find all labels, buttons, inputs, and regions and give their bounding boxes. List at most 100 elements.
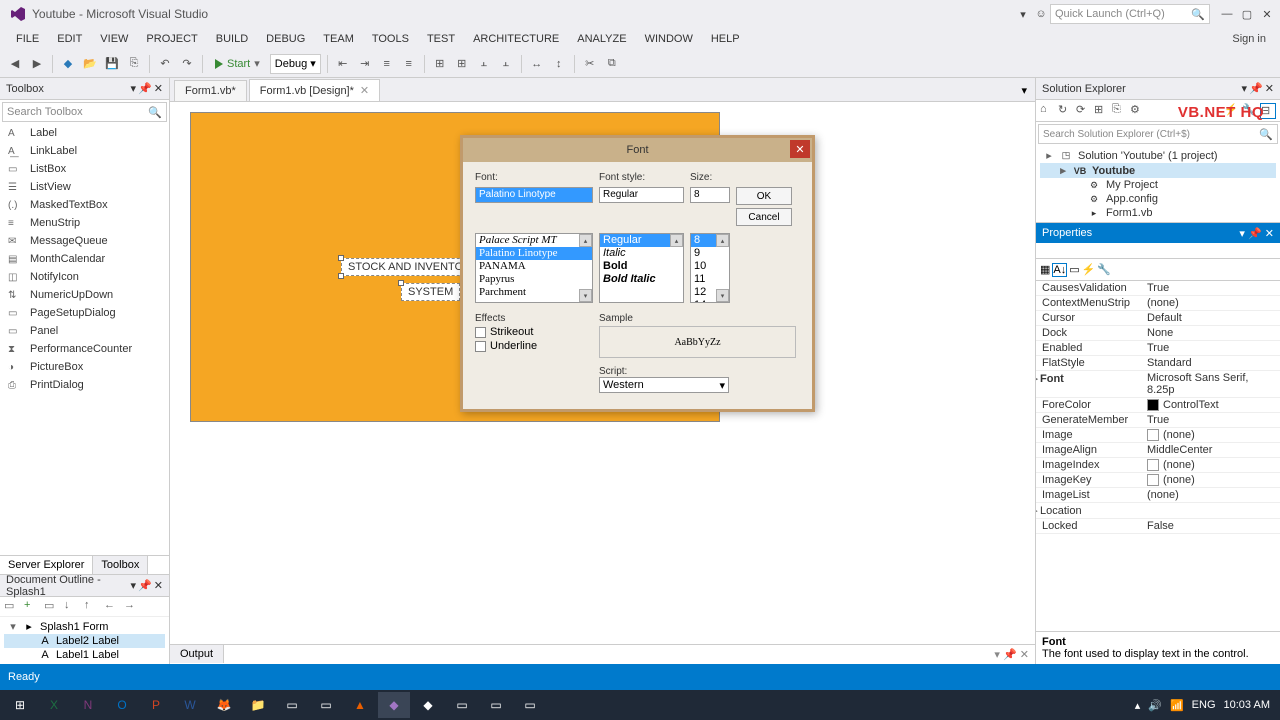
dropdown-icon[interactable]: ▾	[1239, 228, 1245, 240]
sol-btn-6[interactable]: ⚙	[1130, 103, 1146, 119]
font-name-list[interactable]: ▴ ▾ Palace Script MTPalatino LinotypePAN…	[475, 233, 593, 303]
label-system[interactable]: SYSTEM	[401, 283, 460, 301]
tray-lang[interactable]: ENG	[1192, 699, 1216, 711]
toolbar-btn-10[interactable]: ↕	[550, 55, 568, 73]
tray-up-icon[interactable]: ▴	[1135, 699, 1141, 712]
do-btn-4[interactable]: ↓	[64, 599, 80, 615]
toolbox-item[interactable]: ▭PageSetupDialog	[0, 304, 169, 322]
sol-btn-4[interactable]: ⊞	[1094, 103, 1110, 119]
property-row[interactable]: GenerateMemberTrue	[1036, 413, 1280, 428]
list-item[interactable]: Palace Script MT	[476, 234, 592, 247]
taskbar-outlook[interactable]: O	[106, 692, 138, 718]
taskbar-vlc[interactable]: ▲	[344, 692, 376, 718]
menu-help[interactable]: HELP	[703, 31, 748, 47]
toolbox-item[interactable]: A͟LinkLabel	[0, 142, 169, 160]
doc-tab-design[interactable]: Form1.vb [Design]*✕	[249, 79, 380, 101]
menu-architecture[interactable]: ARCHITECTURE	[465, 31, 567, 47]
menu-file[interactable]: FILE	[8, 31, 47, 47]
toolbox-list[interactable]: ALabelA͟LinkLabel▭ListBox☰ListView(.)Mas…	[0, 124, 169, 555]
property-row[interactable]: Image(none)	[1036, 428, 1280, 443]
list-item[interactable]: 10	[691, 260, 729, 273]
property-row[interactable]: FlatStyleStandard	[1036, 356, 1280, 371]
config-combo[interactable]: Debug ▾	[270, 54, 321, 74]
font-style-list[interactable]: ▴ RegularItalicBoldBold Italic	[599, 233, 684, 303]
notifications-icon[interactable]: ▾	[1014, 5, 1032, 23]
taskbar-visualstudio[interactable]: ◆	[378, 692, 410, 718]
menu-project[interactable]: PROJECT	[138, 31, 205, 47]
do-btn-5[interactable]: ↑	[84, 599, 100, 615]
toolbox-item[interactable]: ◫NotifyIcon	[0, 268, 169, 286]
do-btn-1[interactable]: ▭	[4, 599, 20, 615]
taskbar-app-1[interactable]: ▭	[276, 692, 308, 718]
close-panel-icon[interactable]: ✕	[1265, 82, 1274, 95]
menu-view[interactable]: VIEW	[92, 31, 136, 47]
output-dropdown[interactable]: ▾	[994, 649, 1000, 661]
close-tab-icon[interactable]: ✕	[360, 84, 369, 97]
solution-tree-node[interactable]: ⚙My Project	[1040, 178, 1276, 192]
property-row[interactable]: LockedFalse	[1036, 519, 1280, 534]
list-item[interactable]: Italic	[600, 247, 683, 260]
tray-network-icon[interactable]: 🔊	[1148, 699, 1162, 712]
list-item[interactable]: Bold Italic	[600, 273, 683, 286]
toolbox-item[interactable]: ▤MonthCalendar	[0, 250, 169, 268]
menu-build[interactable]: BUILD	[208, 31, 256, 47]
toolbar-btn-3[interactable]: ≡	[378, 55, 396, 73]
script-combo[interactable]: Western▾	[599, 377, 729, 393]
cancel-button[interactable]: Cancel	[736, 208, 792, 226]
ok-button[interactable]: OK	[736, 187, 792, 205]
start-debug-button[interactable]: Start▾	[209, 56, 266, 71]
do-btn-3[interactable]: ▭	[44, 599, 60, 615]
property-row[interactable]: ImageList(none)	[1036, 488, 1280, 503]
props-pages-icon[interactable]: ▭	[1069, 263, 1079, 276]
scroll-up-icon[interactable]: ▴	[716, 234, 729, 247]
props-object-combo[interactable]	[1036, 243, 1280, 259]
taskbar-onenote[interactable]: N	[72, 692, 104, 718]
property-row[interactable]: ImageKey(none)	[1036, 473, 1280, 488]
scroll-down-icon[interactable]: ▾	[716, 289, 729, 302]
list-item[interactable]: PANAMA	[476, 260, 592, 273]
sol-btn-2[interactable]: ↻	[1058, 103, 1074, 119]
list-item[interactable]: Parchment	[476, 286, 592, 299]
toolbox-item[interactable]: ◑PictureBox	[0, 358, 169, 376]
scroll-down-icon[interactable]: ▾	[579, 289, 592, 302]
pin-icon[interactable]: 📌	[138, 82, 152, 95]
property-row[interactable]: ImageAlignMiddleCenter	[1036, 443, 1280, 458]
tab-server-explorer[interactable]: Server Explorer	[0, 556, 93, 574]
toolbar-btn-11[interactable]: ✂	[581, 55, 599, 73]
property-row[interactable]: ContextMenuStrip(none)	[1036, 296, 1280, 311]
taskbar-word[interactable]: W	[174, 692, 206, 718]
scroll-up-icon[interactable]: ▴	[670, 234, 683, 247]
menu-team[interactable]: TEAM	[315, 31, 362, 47]
strikeout-checkbox[interactable]: Strikeout	[475, 326, 593, 338]
toolbox-item[interactable]: ✉MessageQueue	[0, 232, 169, 250]
property-row[interactable]: DockNone	[1036, 326, 1280, 341]
taskbar-powerpoint[interactable]: P	[140, 692, 172, 718]
toolbox-item[interactable]: ALabel	[0, 124, 169, 142]
toolbar-btn-8[interactable]: ⫠	[497, 55, 515, 73]
close-panel-icon[interactable]: ✕	[154, 579, 163, 592]
save-button[interactable]: 💾	[103, 55, 121, 73]
maximize-button[interactable]: ▢	[1238, 5, 1256, 23]
font-size-input[interactable]: 8	[690, 187, 730, 203]
property-row[interactable]: EnabledTrue	[1036, 341, 1280, 356]
doc-tab-code[interactable]: Form1.vb*	[174, 80, 247, 101]
feedback-icon[interactable]: ☺	[1032, 5, 1050, 23]
menu-analyze[interactable]: ANALYZE	[569, 31, 634, 47]
document-outline-tree[interactable]: ▾▸Splash1 FormALabel2 LabelALabel1 Label	[0, 617, 169, 664]
outline-node[interactable]: ALabel2 Label	[4, 634, 165, 648]
taskbar-excel[interactable]: X	[38, 692, 70, 718]
undo-button[interactable]: ↶	[156, 55, 174, 73]
toolbar-btn-2[interactable]: ⇥	[356, 55, 374, 73]
quick-launch-input[interactable]: Quick Launch (Ctrl+Q) 🔍	[1050, 4, 1210, 24]
font-style-input[interactable]: Regular	[599, 187, 684, 203]
toolbox-item[interactable]: ▭Panel	[0, 322, 169, 340]
output-close[interactable]: ✕	[1020, 649, 1029, 661]
toolbar-btn-5[interactable]: ⊞	[431, 55, 449, 73]
taskbar-explorer[interactable]: 📁	[242, 692, 274, 718]
outline-node[interactable]: ALabel1 Label	[4, 648, 165, 662]
pin-icon[interactable]: 📌	[1249, 82, 1263, 95]
menu-debug[interactable]: DEBUG	[258, 31, 313, 47]
toolbox-item[interactable]: ☰ListView	[0, 178, 169, 196]
sol-btn-3[interactable]: ⟳	[1076, 103, 1092, 119]
toolbar-btn-6[interactable]: ⊞	[453, 55, 471, 73]
